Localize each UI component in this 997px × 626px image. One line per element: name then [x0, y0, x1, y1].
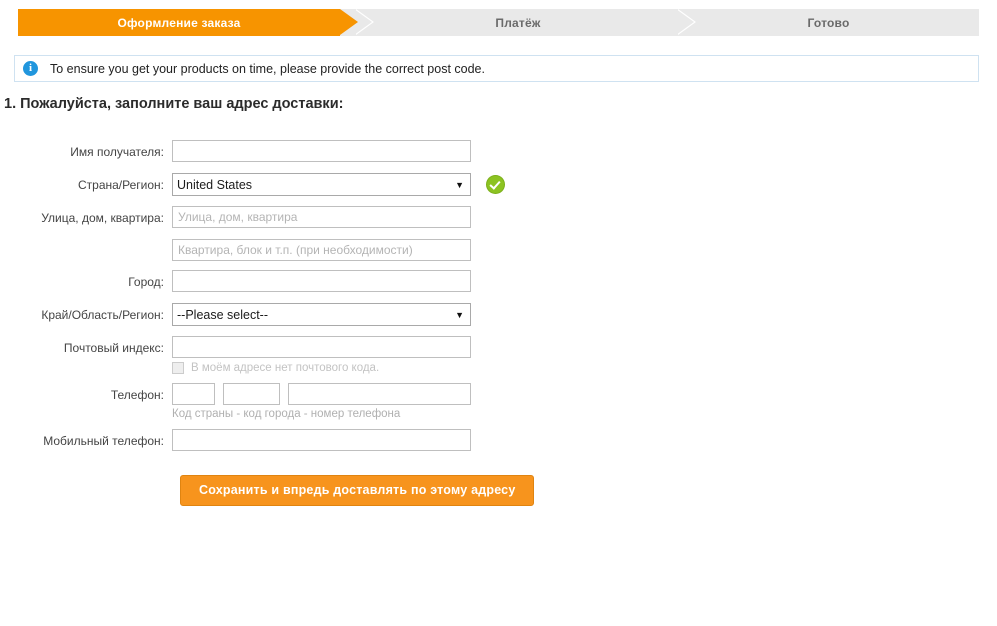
step-payment[interactable]: Платёж	[354, 8, 678, 36]
country-select[interactable]: United States ▼	[172, 173, 471, 196]
country-label: Страна/Регион:	[77, 178, 164, 192]
shipping-address-form: Имя получателя: Страна/Регион: United St…	[0, 140, 997, 506]
step-chevron-icon	[676, 8, 696, 35]
step-checkout-label: Оформление заказа	[117, 15, 241, 30]
recipient-name-input[interactable]	[172, 140, 471, 162]
form-row-street: Улица, дом, квартира:	[0, 206, 997, 230]
state-select[interactable]: --Please select-- ▼	[172, 303, 471, 326]
form-row-mobile: Мобильный телефон:	[0, 429, 997, 453]
step-done[interactable]: Готово	[676, 8, 979, 36]
no-zip-checkbox[interactable]	[172, 362, 184, 374]
notice-text: To ensure you get your products on time,…	[50, 61, 485, 76]
no-zip-checkbox-row[interactable]: В моём адресе нет почтового кода.	[172, 362, 471, 374]
info-icon: i	[23, 61, 38, 76]
phone-number-input[interactable]	[288, 383, 471, 405]
mobile-label: Мобильный телефон:	[43, 434, 164, 448]
state-select-value: --Please select--	[177, 307, 268, 322]
post-code-notice: i To ensure you get your products on tim…	[14, 55, 979, 82]
chevron-down-icon: ▼	[455, 309, 464, 320]
zip-input[interactable]	[172, 336, 471, 358]
city-input[interactable]	[172, 270, 471, 292]
form-row-city: Город:	[0, 270, 997, 294]
street-input[interactable]	[172, 206, 471, 228]
form-row-state: Край/Область/Регион: --Please select-- ▼	[0, 303, 997, 327]
no-zip-checkbox-label: В моём адресе нет почтового кода.	[191, 362, 380, 374]
page-title: 1. Пожалуйста, заполните ваш адрес доста…	[4, 96, 344, 112]
step-arrow-icon	[340, 9, 358, 35]
step-payment-label: Платёж	[495, 15, 541, 30]
phone-area-code-input[interactable]	[223, 383, 280, 405]
form-row-phone: Телефон: Код страны - код города - номер…	[0, 383, 997, 420]
form-row-street2	[0, 239, 997, 261]
form-row-recipient-name: Имя получателя:	[0, 140, 997, 164]
street-label: Улица, дом, квартира:	[41, 211, 164, 225]
phone-input-group	[172, 383, 471, 405]
state-label: Край/Область/Регион:	[41, 308, 164, 322]
recipient-name-label: Имя получателя:	[70, 145, 164, 159]
step-done-label: Готово	[807, 15, 850, 30]
phone-country-code-input[interactable]	[172, 383, 215, 405]
zip-label: Почтовый индекс:	[63, 341, 164, 355]
save-button-row: Сохранить и впредь доставлять по этому а…	[0, 475, 997, 506]
save-address-button[interactable]: Сохранить и впредь доставлять по этому а…	[180, 475, 535, 506]
checkout-progress-steps: Оформление заказа Платёж Готово	[18, 8, 979, 36]
step-chevron-icon	[354, 8, 374, 35]
mobile-input[interactable]	[172, 429, 471, 451]
chevron-down-icon: ▼	[455, 179, 464, 190]
phone-label: Телефон:	[110, 388, 164, 402]
step-checkout[interactable]: Оформление заказа	[18, 9, 358, 36]
check-circle-icon	[487, 176, 504, 193]
form-row-zip: Почтовый индекс: В моём адресе нет почто…	[0, 336, 997, 374]
form-row-country: Страна/Регион: United States ▼	[0, 173, 997, 197]
phone-hint: Код страны - код города - номер телефона	[172, 408, 401, 420]
city-label: Город:	[128, 275, 164, 289]
street2-input[interactable]	[172, 239, 471, 261]
country-select-value: United States	[177, 177, 253, 192]
